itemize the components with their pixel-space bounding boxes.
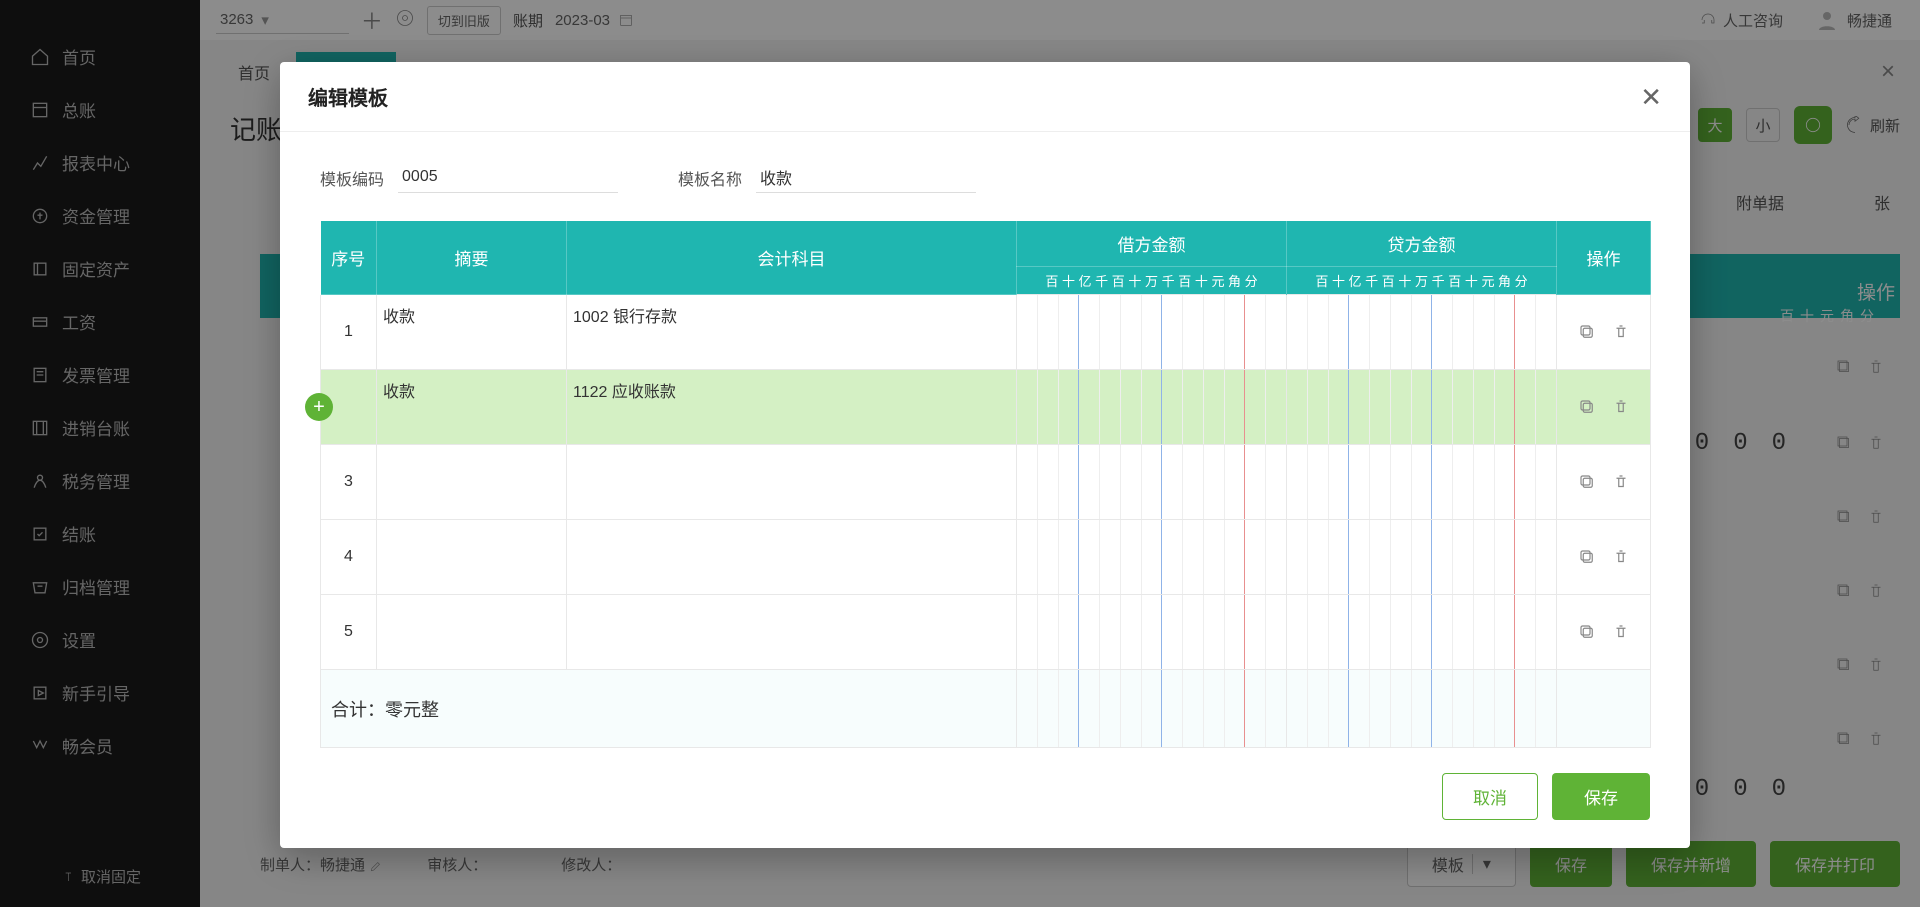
row-ops — [1563, 323, 1644, 341]
cell-subject[interactable]: 1002 银行存款 — [567, 295, 1017, 370]
table-row[interactable]: 5 — [321, 595, 1651, 670]
cancel-button[interactable]: 取消 — [1442, 773, 1538, 820]
cell-summary[interactable] — [377, 445, 567, 520]
cell-summary[interactable] — [377, 520, 567, 595]
template-name-input[interactable] — [756, 162, 976, 193]
copy-icon[interactable] — [1578, 323, 1596, 341]
table-row[interactable]: 3 — [321, 445, 1651, 520]
modal-title: 编辑模板 — [308, 82, 388, 111]
debit-units: 百 十 亿 千 百 十 万 千 百 十 元 角 分 — [1017, 267, 1287, 295]
row-ops — [1563, 548, 1644, 566]
delete-icon[interactable] — [1612, 548, 1630, 566]
copy-icon[interactable] — [1578, 473, 1596, 491]
row-ops — [1563, 473, 1644, 491]
cell-debit[interactable] — [1017, 520, 1287, 595]
cell-debit[interactable] — [1017, 295, 1287, 370]
copy-icon[interactable] — [1578, 623, 1596, 641]
delete-icon[interactable] — [1612, 623, 1630, 641]
cell-debit[interactable] — [1017, 595, 1287, 670]
cell-debit[interactable] — [1017, 445, 1287, 520]
cell-credit[interactable] — [1287, 520, 1557, 595]
cell-seq: + — [321, 370, 377, 445]
cell-credit[interactable] — [1287, 445, 1557, 520]
col-seq: 序号 — [321, 221, 377, 295]
save-button[interactable]: 保存 — [1552, 773, 1650, 820]
cell-summary[interactable]: 收款 — [377, 295, 567, 370]
cell-subject[interactable] — [567, 520, 1017, 595]
cell-seq: 4 — [321, 520, 377, 595]
add-row-button[interactable]: + — [305, 393, 333, 421]
col-credit: 贷方金额 — [1287, 221, 1557, 267]
total-credit — [1287, 670, 1557, 748]
delete-icon[interactable] — [1612, 398, 1630, 416]
delete-icon[interactable] — [1612, 323, 1630, 341]
col-summary: 摘要 — [377, 221, 567, 295]
cell-debit[interactable] — [1017, 370, 1287, 445]
template-code-label: 模板编码 — [320, 166, 384, 190]
cell-ops — [1557, 595, 1651, 670]
cell-seq: 5 — [321, 595, 377, 670]
modal-footer: 取消 保存 — [280, 755, 1690, 848]
template-name-field: 模板名称 — [678, 162, 976, 193]
cell-credit[interactable] — [1287, 595, 1557, 670]
cell-subject[interactable] — [567, 445, 1017, 520]
cell-ops — [1557, 295, 1651, 370]
cell-credit[interactable] — [1287, 295, 1557, 370]
template-code-field: 模板编码 — [320, 162, 618, 193]
cell-ops — [1557, 520, 1651, 595]
total-label: 合计：零元整 — [321, 670, 1017, 748]
table-row[interactable]: + 收款 1122 应收账款 — [321, 370, 1651, 445]
row-ops — [1563, 398, 1644, 416]
col-subject: 会计科目 — [567, 221, 1017, 295]
table-row[interactable]: 4 — [321, 520, 1651, 595]
edit-template-modal: 编辑模板 ✕ 模板编码 模板名称 序 — [280, 62, 1690, 848]
copy-icon[interactable] — [1578, 548, 1596, 566]
cell-credit[interactable] — [1287, 370, 1557, 445]
col-ops: 操作 — [1557, 221, 1651, 295]
row-ops — [1563, 623, 1644, 641]
cell-subject[interactable] — [567, 595, 1017, 670]
template-table: 序号 摘要 会计科目 借方金额 贷方金额 操作 百 十 亿 千 百 十 万 千 … — [320, 221, 1651, 748]
cell-seq: 3 — [321, 445, 377, 520]
copy-icon[interactable] — [1578, 398, 1596, 416]
cell-summary[interactable] — [377, 595, 567, 670]
cell-summary[interactable]: 收款 — [377, 370, 567, 445]
modal-close-button[interactable]: ✕ — [1640, 84, 1662, 110]
delete-icon[interactable] — [1612, 473, 1630, 491]
total-row: 合计：零元整 — [321, 670, 1651, 748]
col-debit: 借方金额 — [1017, 221, 1287, 267]
cell-subject[interactable]: 1122 应收账款 — [567, 370, 1017, 445]
total-debit — [1017, 670, 1287, 748]
cell-ops — [1557, 445, 1651, 520]
total-ops — [1557, 670, 1651, 748]
credit-units: 百 十 亿 千 百 十 万 千 百 十 元 角 分 — [1287, 267, 1557, 295]
cell-ops — [1557, 370, 1651, 445]
table-row[interactable]: 1 收款 1002 银行存款 — [321, 295, 1651, 370]
template-code-input[interactable] — [398, 162, 618, 193]
template-name-label: 模板名称 — [678, 166, 742, 190]
cell-seq: 1 — [321, 295, 377, 370]
modal-header: 编辑模板 ✕ — [280, 62, 1690, 132]
